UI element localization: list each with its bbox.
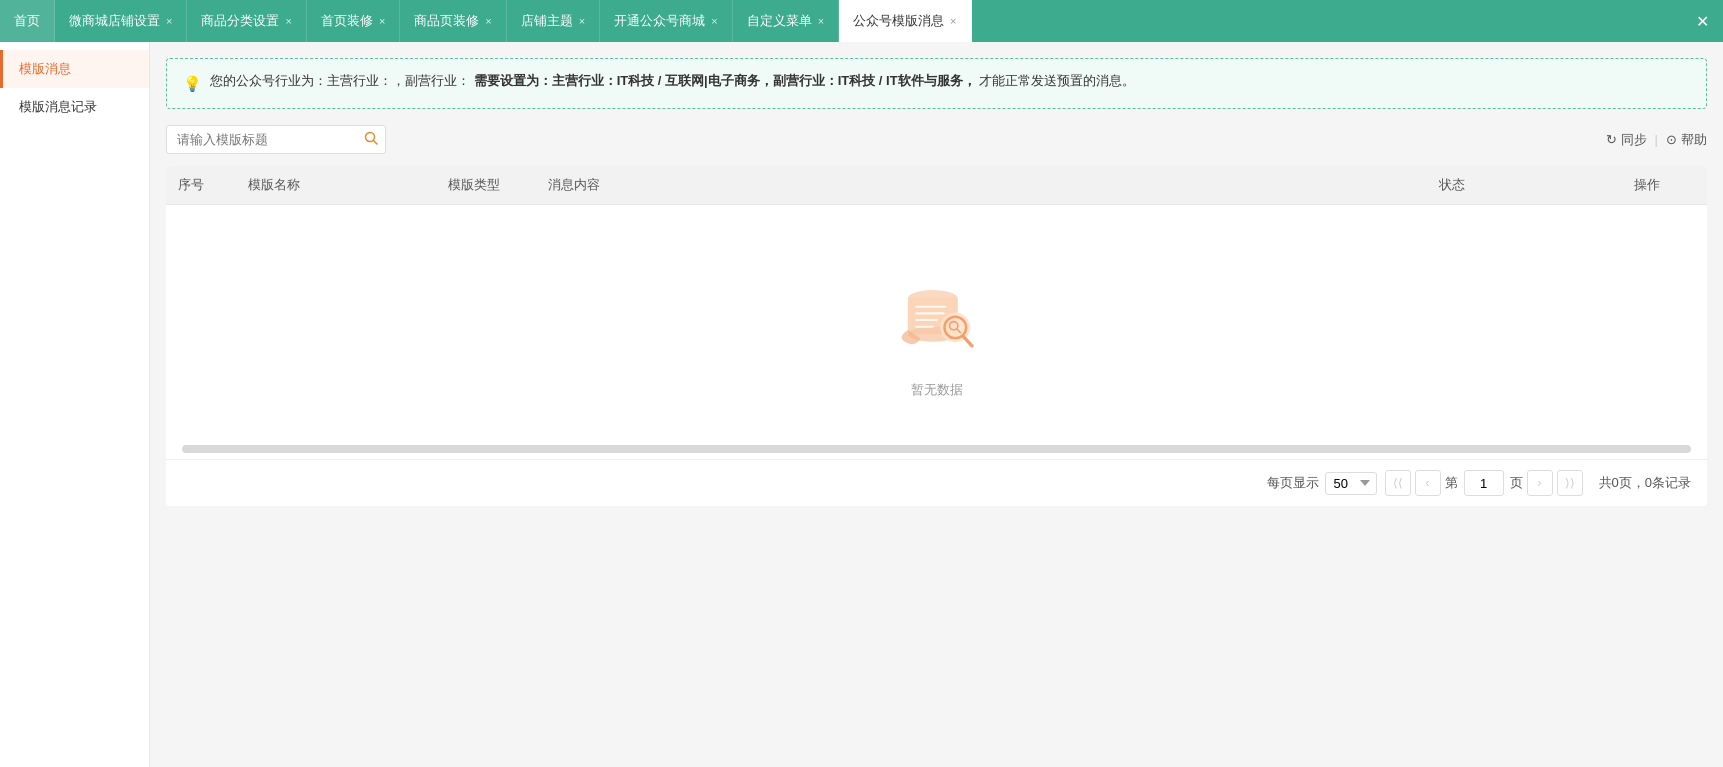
tab-shop-settings-label: 微商城店铺设置: [69, 12, 160, 30]
tab-category-label: 商品分类设置: [201, 12, 279, 30]
tab-store-theme-label: 店铺主题: [521, 12, 573, 30]
tab-product-decor-label: 商品页装修: [414, 12, 479, 30]
tab-template-msg-close[interactable]: ×: [950, 15, 956, 27]
sidebar: 模版消息 模版消息记录: [0, 42, 150, 767]
alert-text-after: 才能正常发送预置的消息。: [979, 73, 1135, 88]
tab-product-decor-close[interactable]: ×: [485, 15, 491, 27]
tab-open-mall[interactable]: 开通公众号商城 ×: [600, 0, 732, 42]
page-size-dropdown[interactable]: 50 20 100: [1325, 472, 1377, 495]
sidebar-item-template-msg-record-label: 模版消息记录: [19, 99, 97, 114]
search-icon: [364, 131, 378, 145]
table: 序号 模版名称 模版类型 消息内容 状态 操作: [166, 166, 1707, 506]
search-button[interactable]: [364, 131, 378, 148]
tab-product-decor[interactable]: 商品页装修 ×: [400, 0, 506, 42]
alert-box: 💡 您的公众号行业为：主营行业：，副营行业： 需要设置为：主营行业：IT科技 /…: [166, 58, 1707, 109]
close-all-button[interactable]: ✕: [1682, 0, 1723, 42]
col-content: 消息内容: [536, 166, 1427, 204]
col-action: 操作: [1587, 166, 1707, 204]
top-nav: 首页 微商城店铺设置 × 商品分类设置 × 首页装修 × 商品页装修 × 店铺主…: [0, 0, 1723, 42]
table-header: 序号 模版名称 模版类型 消息内容 状态 操作: [166, 166, 1707, 205]
content-area: 💡 您的公众号行业为：主营行业：，副营行业： 需要设置为：主营行业：IT科技 /…: [150, 42, 1723, 767]
tab-home-decor-close[interactable]: ×: [379, 15, 385, 27]
tab-template-msg-label: 公众号模版消息: [853, 12, 944, 30]
sidebar-item-template-msg-label: 模版消息: [19, 61, 71, 76]
alert-text: 您的公众号行业为：主营行业：，副营行业： 需要设置为：主营行业：IT科技 / 互…: [210, 71, 1135, 92]
tab-home-label: 首页: [14, 12, 40, 30]
tab-custom-menu-close[interactable]: ×: [818, 15, 824, 27]
col-seq: 序号: [166, 166, 236, 204]
tab-shop-settings[interactable]: 微商城店铺设置 ×: [55, 0, 187, 42]
tab-template-msg[interactable]: 公众号模版消息 ×: [839, 0, 971, 42]
svg-line-11: [962, 336, 971, 346]
table-scrollbar-wrap: [166, 439, 1707, 459]
alert-text-highlight: 需要设置为：主营行业：IT科技 / 互联网|电子商务，副营行业：IT科技 / I…: [474, 73, 976, 88]
tab-custom-menu-label: 自定义菜单: [747, 12, 812, 30]
page-unit: 页: [1510, 474, 1523, 492]
sidebar-item-template-msg-record[interactable]: 模版消息记录: [0, 88, 149, 126]
search-bar: ↻ 同步 | ⊙ 帮助: [166, 125, 1707, 154]
search-input[interactable]: [166, 125, 386, 154]
col-status: 状态: [1427, 166, 1587, 204]
col-type: 模版类型: [436, 166, 536, 204]
pager-first-button[interactable]: ⟨⟨: [1385, 470, 1411, 496]
tab-open-mall-label: 开通公众号商城: [614, 12, 705, 30]
tab-category-close[interactable]: ×: [285, 15, 291, 27]
tab-open-mall-close[interactable]: ×: [711, 15, 717, 27]
toolbar-divider: |: [1655, 132, 1658, 147]
help-label: 帮助: [1681, 131, 1707, 149]
tab-custom-menu[interactable]: 自定义菜单 ×: [733, 0, 839, 42]
main-layout: 模版消息 模版消息记录 💡 您的公众号行业为：主营行业：，副营行业： 需要设置为…: [0, 42, 1723, 767]
pager-input-wrap: 第 页: [1445, 470, 1523, 496]
tab-store-theme-close[interactable]: ×: [579, 15, 585, 27]
col-name: 模版名称: [236, 166, 436, 204]
empty-text: 暂无数据: [911, 381, 963, 399]
sidebar-item-template-msg[interactable]: 模版消息: [0, 50, 149, 88]
tab-category[interactable]: 商品分类设置 ×: [187, 0, 306, 42]
toolbar-right: ↻ 同步 | ⊙ 帮助: [1606, 131, 1707, 149]
sync-label: 同步: [1621, 131, 1647, 149]
tab-store-theme[interactable]: 店铺主题 ×: [507, 0, 600, 42]
lightbulb-icon: 💡: [183, 72, 202, 96]
tab-home[interactable]: 首页: [0, 0, 55, 42]
sync-icon: ↻: [1606, 132, 1617, 147]
pager: ⟨⟨ ‹ 第 页 › ⟩⟩: [1385, 470, 1583, 496]
svg-line-1: [374, 141, 378, 145]
page-size-select: 每页显示 50 20 100: [1267, 472, 1377, 495]
pager-next-button[interactable]: ›: [1527, 470, 1553, 496]
help-button[interactable]: ⊙ 帮助: [1666, 131, 1707, 149]
tab-home-decor-label: 首页装修: [321, 12, 373, 30]
table-scrollbar[interactable]: [182, 445, 1691, 453]
total-info: 共0页，0条记录: [1599, 474, 1691, 492]
pager-last-button[interactable]: ⟩⟩: [1557, 470, 1583, 496]
search-input-wrap: [166, 125, 386, 154]
tab-home-decor[interactable]: 首页装修 ×: [307, 0, 400, 42]
pagination: 每页显示 50 20 100 ⟨⟨ ‹ 第 页 ›: [166, 459, 1707, 506]
page-label: 第: [1445, 474, 1458, 492]
page-input[interactable]: [1464, 470, 1504, 496]
sync-button[interactable]: ↻ 同步: [1606, 131, 1647, 149]
alert-text-before: 您的公众号行业为：主营行业：，副营行业：: [210, 73, 470, 88]
empty-state: 暂无数据: [166, 205, 1707, 439]
tab-shop-settings-close[interactable]: ×: [166, 15, 172, 27]
empty-illustration: [887, 265, 987, 365]
help-circle-icon: ⊙: [1666, 132, 1677, 147]
pager-prev-button[interactable]: ‹: [1415, 470, 1441, 496]
page-size-label: 每页显示: [1267, 474, 1319, 492]
